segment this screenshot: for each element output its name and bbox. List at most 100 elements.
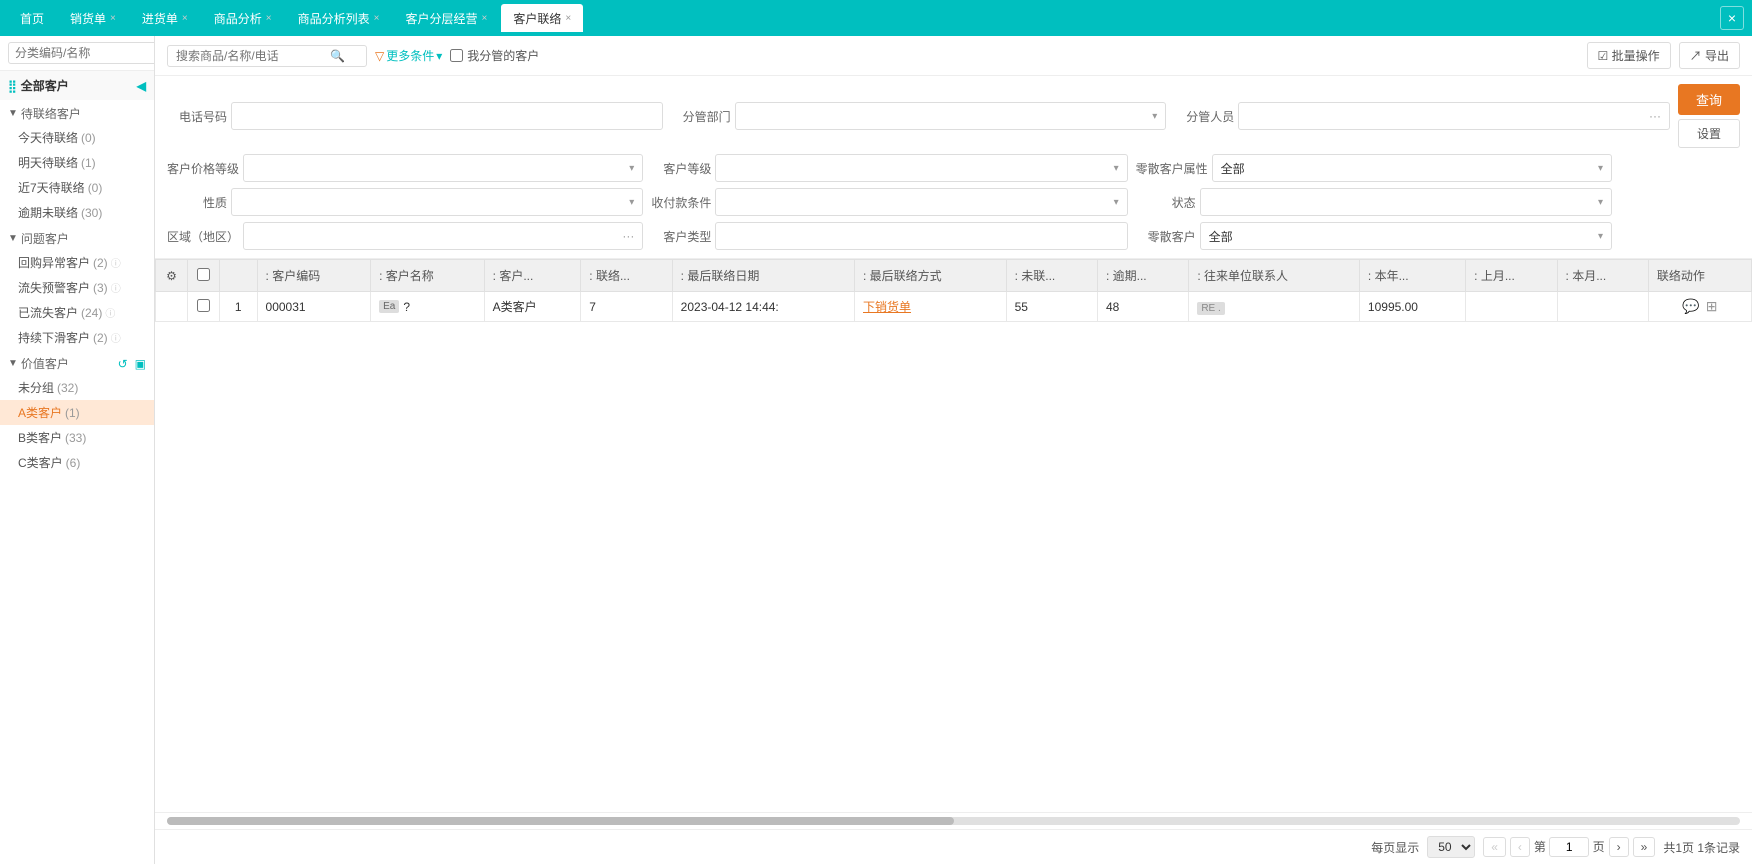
sidebar-item-tomorrow-contact[interactable]: 明天待联络 (1): [0, 150, 154, 175]
th-this-month[interactable]: : 本月...: [1557, 260, 1648, 292]
person-field: 分管人员 ···: [1174, 102, 1670, 130]
advanced-filter: 电话号码 分管部门 ▾ 分管人员 ··· 查询 设置: [155, 76, 1752, 259]
info-icon: ⓘ: [105, 305, 115, 320]
td-actions: 💬 ⊞: [1648, 292, 1751, 322]
nav-tab-customer-tier[interactable]: 客户分层经营 ×: [393, 4, 499, 32]
sidebar-item-7days-contact[interactable]: 近7天待联络 (0): [0, 175, 154, 200]
person-input[interactable]: ···: [1238, 102, 1670, 130]
page-size-select[interactable]: 50: [1427, 836, 1475, 858]
th-no-contact[interactable]: : 未联...: [1006, 260, 1097, 292]
sidebar-item-today-contact[interactable]: 今天待联络 (0): [0, 125, 154, 150]
more-conditions-button[interactable]: ▽ 更多条件 ▾: [375, 47, 442, 64]
th-this-year[interactable]: : 本年...: [1359, 260, 1465, 292]
customer-grade-select[interactable]: ▾: [715, 154, 1127, 182]
close-icon[interactable]: ×: [266, 13, 272, 24]
payment-field: 收付款条件 ▾: [651, 188, 1127, 216]
refresh-icon[interactable]: ↺: [118, 357, 128, 371]
nav-tab-home[interactable]: 首页: [8, 4, 56, 32]
th-last-month[interactable]: : 上月...: [1466, 260, 1557, 292]
chevron-down-icon: ▾: [1114, 197, 1119, 208]
sidebar-item-abnormal-repurchase[interactable]: 回购异常客户 (2) ⓘ: [0, 250, 154, 275]
nav-tab-customer-contact[interactable]: 客户联络 ×: [501, 4, 583, 32]
qr-icon[interactable]: ⊞: [1706, 298, 1718, 315]
th-last-method[interactable]: : 最后联络方式: [855, 260, 1007, 292]
td-overdue: 48: [1097, 292, 1188, 322]
close-icon[interactable]: ×: [110, 13, 116, 24]
th-unit-contact[interactable]: : 往来单位联系人: [1189, 260, 1360, 292]
phone-input[interactable]: [231, 102, 663, 130]
phone-field: 电话号码: [167, 102, 663, 130]
td-no-contact: 55: [1006, 292, 1097, 322]
last-method-link[interactable]: 下销货单: [863, 300, 911, 314]
customer-type-input[interactable]: [715, 222, 1127, 250]
th-checkbox[interactable]: [188, 260, 220, 292]
chevron-down-icon: ▾: [1598, 231, 1603, 242]
th-contact[interactable]: : 联络...: [581, 260, 672, 292]
more-icon[interactable]: ···: [622, 229, 634, 243]
query-button[interactable]: 查询: [1678, 84, 1740, 115]
customer-grade-field: 客户等级 ▾: [651, 154, 1127, 182]
sidebar-item-class-c[interactable]: C类客户 (6): [0, 450, 154, 475]
export-button[interactable]: ↗ 导出: [1679, 42, 1740, 69]
sidebar-item-class-b[interactable]: B类客户 (33): [0, 425, 154, 450]
region-field: 区域（地区） ···: [167, 222, 643, 250]
sidebar-item-churn-warning[interactable]: 流失预警客户 (3) ⓘ: [0, 275, 154, 300]
horizontal-scrollbar[interactable]: [155, 812, 1752, 829]
chat-icon[interactable]: 💬: [1682, 298, 1699, 315]
next-page-button[interactable]: ›: [1609, 837, 1629, 857]
table-row: 1 000031 Ea ? A类客户 7 2023-04-12 14:44:: [156, 292, 1752, 322]
filter-row-3: 性质 ▾ 收付款条件 ▾ 状态 ▾: [167, 188, 1740, 216]
select-all-checkbox[interactable]: [197, 268, 210, 281]
sparse-attr-select[interactable]: 全部 ▾: [1212, 154, 1612, 182]
close-icon[interactable]: ×: [565, 13, 571, 24]
last-page-button[interactable]: »: [1633, 837, 1656, 857]
settings-icon[interactable]: ▣: [135, 357, 146, 371]
scrollbar-thumb[interactable]: [167, 817, 954, 825]
nav-tab-product-analysis[interactable]: 商品分析 ×: [202, 4, 284, 32]
th-last-date[interactable]: : 最后联络日期: [672, 260, 854, 292]
first-page-button[interactable]: «: [1483, 837, 1506, 857]
close-icon[interactable]: ×: [374, 13, 380, 24]
batch-button[interactable]: ☑ 批量操作: [1587, 42, 1671, 69]
prev-page-button[interactable]: ‹: [1510, 837, 1530, 857]
more-icon[interactable]: ···: [1649, 109, 1661, 123]
close-all-button[interactable]: ×: [1720, 6, 1744, 30]
nav-tab-sales[interactable]: 销货单 ×: [58, 4, 128, 32]
nature-select[interactable]: ▾: [231, 188, 643, 216]
td-last-method[interactable]: 下销货单: [855, 292, 1007, 322]
region-input[interactable]: ···: [243, 222, 643, 250]
sidebar-item-overdue-contact[interactable]: 逾期未联络 (30): [0, 200, 154, 225]
chevron-down-icon: ▾: [1114, 163, 1119, 174]
td-checkbox[interactable]: [188, 292, 220, 322]
collapse-sidebar-button[interactable]: ◀: [137, 79, 146, 93]
close-icon[interactable]: ×: [182, 13, 188, 24]
close-icon[interactable]: ×: [481, 13, 487, 24]
nav-tab-product-list[interactable]: 商品分析列表 ×: [286, 4, 392, 32]
sparse-customer-field: 零散客户 全部 ▾: [1136, 222, 1612, 250]
checkbox-icon: ☑: [1598, 49, 1609, 63]
sparse-customer-select[interactable]: 全部 ▾: [1200, 222, 1612, 250]
th-code[interactable]: : 客户编码: [257, 260, 371, 292]
th-gear[interactable]: ⚙: [156, 260, 188, 292]
payment-select[interactable]: ▾: [715, 188, 1127, 216]
sidebar-search-input[interactable]: [8, 42, 155, 64]
row-checkbox[interactable]: [197, 299, 210, 312]
sidebar-item-declining[interactable]: 持续下滑客户 (2) ⓘ: [0, 325, 154, 350]
customer-table: ⚙ : 客户编码 : 客户名称 : 客户... : 联络... : 最后联络日期…: [155, 259, 1752, 322]
th-type[interactable]: : 客户...: [484, 260, 581, 292]
my-customers-filter[interactable]: 我分管的客户: [450, 47, 539, 64]
nav-tab-purchase[interactable]: 进货单 ×: [130, 4, 200, 32]
sidebar: 🔍 ⣿ 全部客户 ◀ ▼ 待联络客户 今天待联络 (0) 明天待联络 (1) 近…: [0, 36, 155, 864]
sidebar-item-churned[interactable]: 已流失客户 (24) ⓘ: [0, 300, 154, 325]
page-number-input[interactable]: [1549, 837, 1589, 857]
status-select[interactable]: ▾: [1200, 188, 1612, 216]
price-grade-select[interactable]: ▾: [243, 154, 643, 182]
search-input[interactable]: [176, 49, 326, 63]
dept-select[interactable]: ▾: [735, 102, 1167, 130]
my-customers-checkbox[interactable]: [450, 49, 463, 62]
settings-button[interactable]: 设置: [1678, 119, 1740, 148]
sidebar-item-class-a[interactable]: A类客户 (1): [0, 400, 154, 425]
sidebar-item-no-group[interactable]: 未分组 (32): [0, 375, 154, 400]
th-name[interactable]: : 客户名称: [371, 260, 485, 292]
th-overdue[interactable]: : 逾期...: [1097, 260, 1188, 292]
